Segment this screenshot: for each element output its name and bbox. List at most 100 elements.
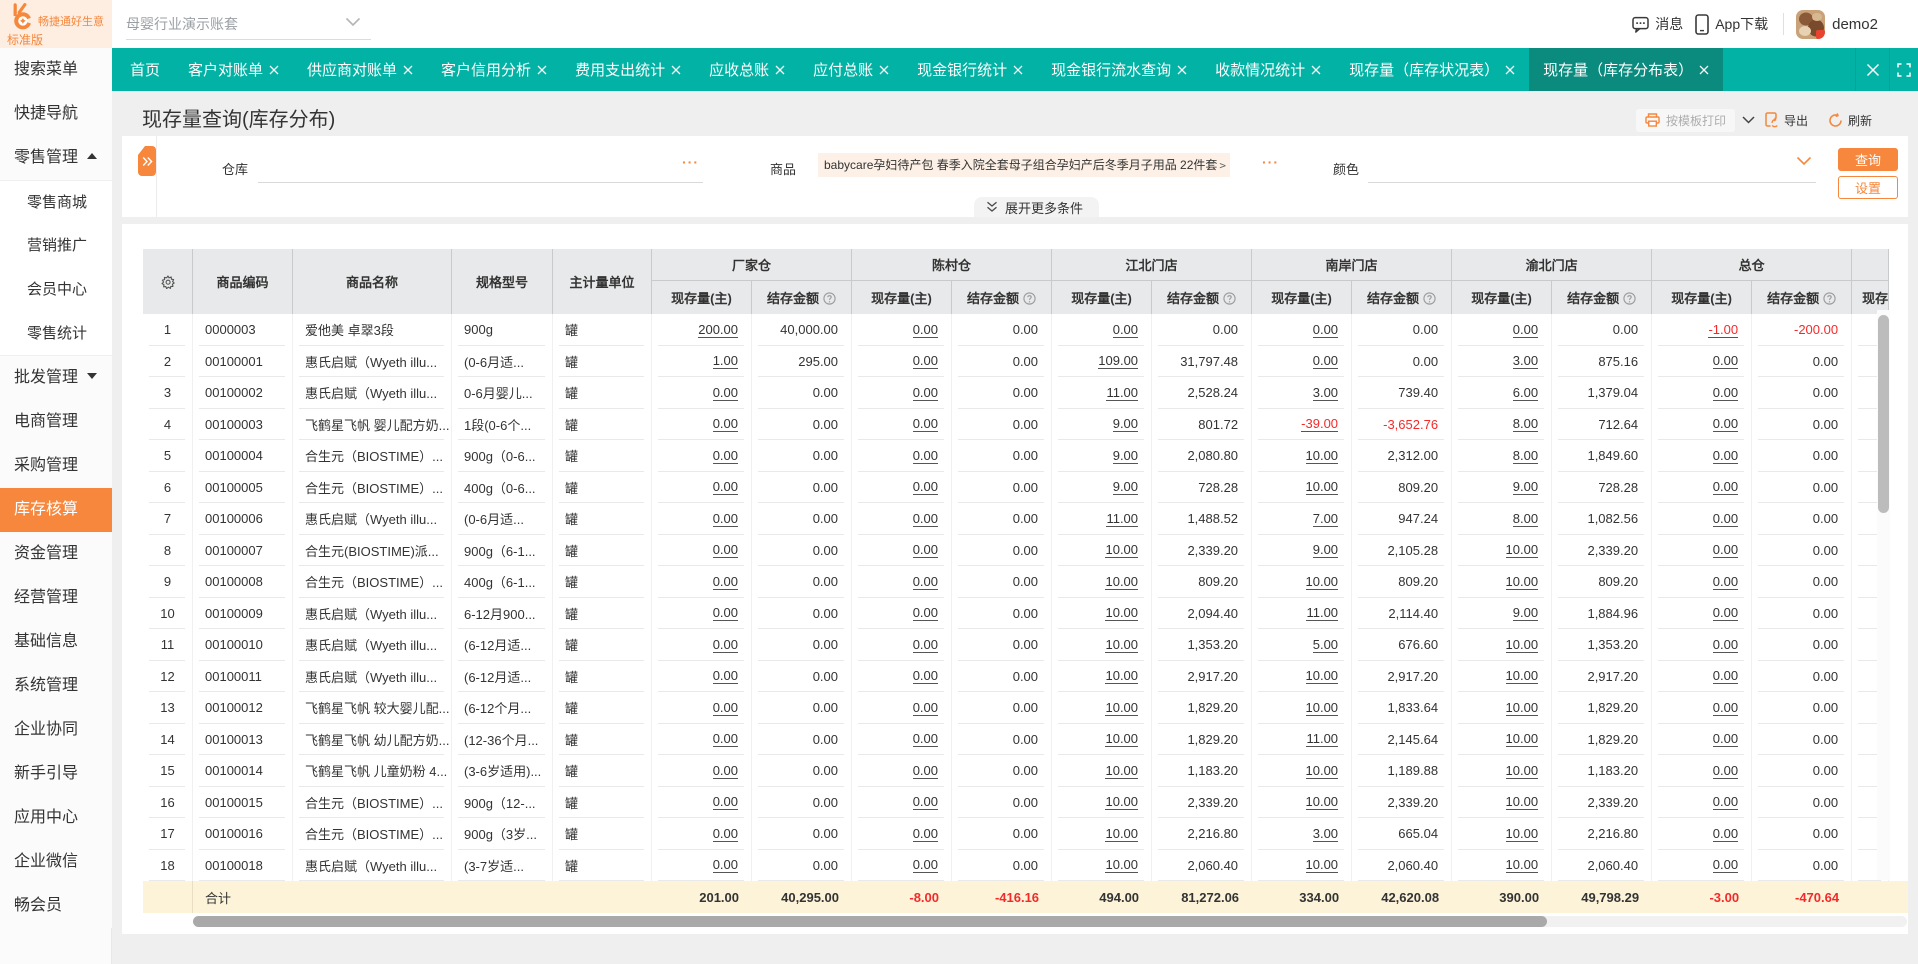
quantity-link[interactable]: 0.00	[1712, 668, 1739, 685]
quantity-link[interactable]: 10.00	[1305, 479, 1339, 496]
quantity-link[interactable]: 0.00	[912, 416, 939, 433]
quantity-link[interactable]: 0.00	[1712, 794, 1739, 811]
app-download-button[interactable]: App下载	[1695, 0, 1768, 48]
quantity-link[interactable]: 10.00	[1505, 700, 1539, 716]
warehouse-input[interactable]	[258, 182, 703, 183]
close-all-tabs-button[interactable]	[1856, 48, 1889, 91]
tab-收款情况统计[interactable]: 收款情况统计	[1201, 48, 1335, 91]
quantity-link[interactable]: 0.00	[712, 511, 738, 527]
quantity-link[interactable]: 109.00	[1098, 353, 1139, 370]
tab-close-icon[interactable]	[403, 65, 413, 75]
tab-应付总账[interactable]: 应付总账	[799, 48, 903, 91]
quantity-link[interactable]: 3.00	[1312, 826, 1339, 842]
quantity-link[interactable]: 10.00	[1105, 857, 1139, 874]
print-options-dropdown[interactable]	[1742, 116, 1755, 124]
quantity-link[interactable]: 0.00	[1312, 353, 1339, 370]
quantity-link[interactable]: 0.00	[912, 763, 939, 779]
quantity-link[interactable]: 11.00	[1306, 731, 1339, 748]
quantity-link[interactable]: 9.00	[1112, 448, 1139, 464]
quantity-link[interactable]: 10.00	[1105, 668, 1139, 685]
quantity-link[interactable]: 11.00	[1106, 385, 1139, 401]
quantity-link[interactable]: 0.00	[1712, 542, 1739, 559]
color-select-chevron[interactable]	[1796, 156, 1812, 166]
quantity-link[interactable]: 0.00	[712, 479, 738, 496]
quantity-link[interactable]: 1.00	[712, 353, 738, 370]
print-by-template-button[interactable]: 按模板打印	[1635, 108, 1735, 132]
quantity-link[interactable]: 0.00	[1712, 511, 1739, 527]
quantity-link[interactable]: 0.00	[1712, 479, 1739, 496]
quantity-link[interactable]: 9.00	[1512, 605, 1539, 622]
quantity-link[interactable]: -1.00	[1708, 322, 1739, 338]
sidebar-item-采购管理[interactable]: 采购管理	[0, 444, 112, 488]
quantity-link[interactable]: 0.00	[712, 826, 738, 842]
quantity-link[interactable]: 200.00	[698, 322, 738, 338]
quantity-link[interactable]: 0.00	[712, 574, 738, 590]
quantity-link[interactable]: 10.00	[1505, 794, 1539, 811]
quantity-link[interactable]: 0.00	[912, 668, 939, 685]
quantity-link[interactable]: 8.00	[1512, 416, 1539, 433]
quantity-link[interactable]: 0.00	[712, 763, 738, 779]
quantity-link[interactable]: 9.00	[1512, 479, 1539, 496]
quantity-link[interactable]: 10.00	[1505, 668, 1539, 685]
tab-客户对账单[interactable]: 客户对账单	[174, 48, 293, 91]
quantity-link[interactable]: 8.00	[1512, 448, 1539, 464]
sidebar-item-零售管理[interactable]: 零售管理	[0, 136, 112, 180]
quantity-link[interactable]: 0.00	[712, 385, 738, 401]
quantity-link[interactable]: 0.00	[1712, 353, 1739, 370]
settings-button[interactable]: 设置	[1838, 176, 1898, 199]
quantity-link[interactable]: 11.00	[1106, 511, 1139, 527]
tab-close-icon[interactable]	[879, 65, 889, 75]
fullscreen-button[interactable]	[1890, 48, 1918, 91]
quantity-link[interactable]: 0.00	[912, 731, 939, 748]
quantity-link[interactable]: 0.00	[712, 542, 738, 559]
vertical-scrollbar-thumb[interactable]	[1878, 315, 1889, 513]
product-input[interactable]: babycare孕妇待产包 春季入院全套母子组合孕妇产后冬季月子用品 22件套 >	[818, 153, 1231, 177]
tab-close-icon[interactable]	[1505, 65, 1515, 75]
quantity-link[interactable]: 10.00	[1305, 700, 1339, 716]
quantity-link[interactable]: 10.00	[1505, 637, 1539, 653]
tab-close-icon[interactable]	[1013, 65, 1023, 75]
sidebar-item-批发管理[interactable]: 批发管理	[0, 356, 112, 400]
quantity-link[interactable]: 0.00	[712, 700, 738, 716]
quantity-link[interactable]: 6.00	[1512, 385, 1539, 401]
quantity-link[interactable]: 0.00	[1712, 857, 1739, 874]
tab-应收总账[interactable]: 应收总账	[695, 48, 799, 91]
quantity-link[interactable]: 0.00	[712, 794, 738, 811]
quantity-link[interactable]: 0.00	[1712, 637, 1739, 653]
brand-logo[interactable]: 畅捷通好生意 标准版	[0, 0, 112, 48]
quantity-link[interactable]: 0.00	[1712, 763, 1739, 779]
quantity-link[interactable]: 0.00	[1112, 322, 1139, 338]
quantity-link[interactable]: 10.00	[1305, 794, 1339, 811]
quantity-link[interactable]: 10.00	[1505, 763, 1539, 779]
sidebar-item-应用中心[interactable]: 应用中心	[0, 796, 112, 840]
sidebar-item-搜索菜单[interactable]: 搜索菜单	[0, 48, 112, 92]
sidebar-item-资金管理[interactable]: 资金管理	[0, 532, 112, 576]
quantity-link[interactable]: 0.00	[712, 416, 738, 433]
quantity-link[interactable]: 0.00	[712, 668, 738, 685]
quantity-link[interactable]: 0.00	[912, 605, 939, 622]
quantity-link[interactable]: 0.00	[1712, 574, 1739, 590]
expand-more-conditions[interactable]: 展开更多条件	[974, 197, 1100, 217]
quantity-link[interactable]: 0.00	[912, 857, 939, 874]
sidebar-item-系统管理[interactable]: 系统管理	[0, 664, 112, 708]
quantity-link[interactable]: 0.00	[912, 353, 939, 370]
quantity-link[interactable]: 0.00	[912, 794, 939, 811]
quantity-link[interactable]: -39.00	[1301, 416, 1339, 433]
quantity-link[interactable]: 0.00	[712, 857, 738, 874]
quantity-link[interactable]: 0.00	[912, 574, 939, 590]
sidebar-item-电商管理[interactable]: 电商管理	[0, 400, 112, 444]
column-settings-header[interactable]	[143, 249, 193, 314]
quantity-link[interactable]: 10.00	[1305, 668, 1339, 685]
quantity-link[interactable]: 10.00	[1505, 731, 1539, 748]
quantity-link[interactable]: 0.00	[1312, 322, 1339, 338]
tab-close-icon[interactable]	[1311, 65, 1321, 75]
quantity-link[interactable]: 10.00	[1305, 763, 1339, 779]
quantity-link[interactable]: 8.00	[1512, 511, 1539, 527]
avatar[interactable]	[1796, 9, 1826, 39]
quantity-link[interactable]: 0.00	[912, 826, 939, 842]
quantity-link[interactable]: 0.00	[712, 448, 738, 464]
tab-费用支出统计[interactable]: 费用支出统计	[561, 48, 695, 91]
quantity-link[interactable]: 0.00	[1712, 605, 1739, 622]
quantity-link[interactable]: 0.00	[912, 479, 939, 496]
sidebar-item-快捷导航[interactable]: 快捷导航	[0, 92, 112, 136]
